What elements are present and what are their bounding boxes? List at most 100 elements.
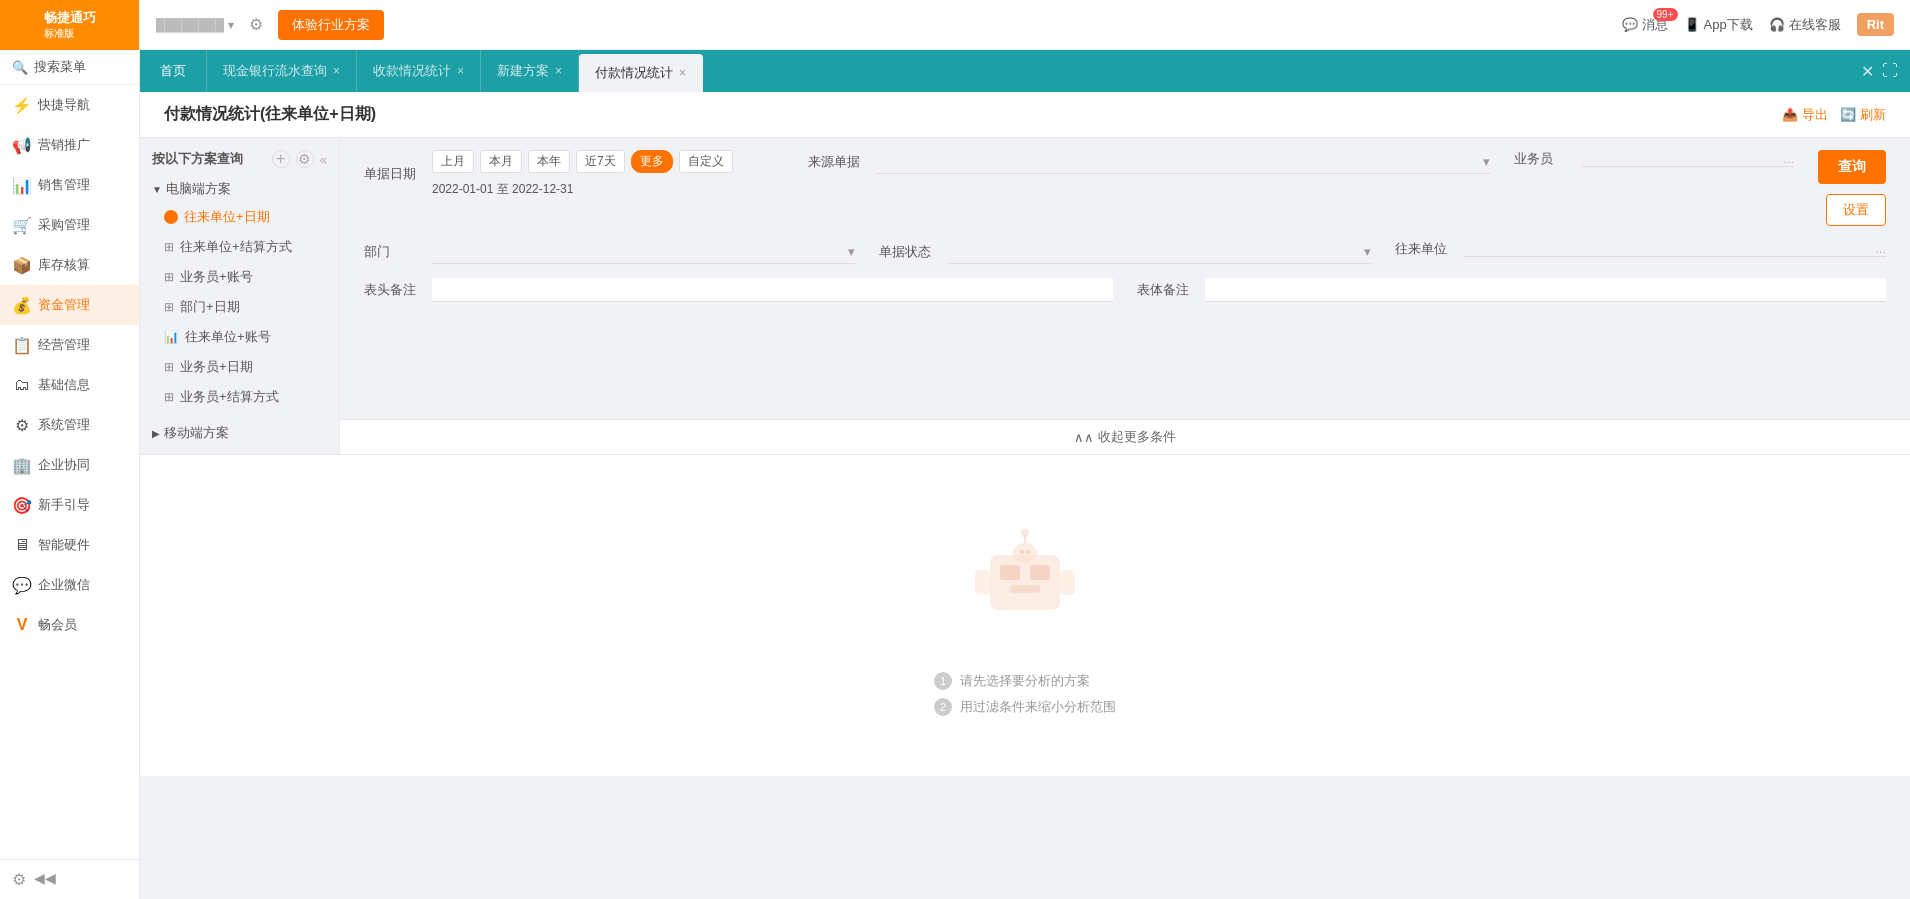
marketing-icon: 📢 [12, 135, 32, 155]
sidebar-item-quick-nav[interactable]: ⚡ 快捷导航 [0, 85, 139, 125]
sidebar-item-wechat[interactable]: 💬 企业微信 [0, 565, 139, 605]
body-note-label: 表体备注 [1137, 281, 1197, 299]
settings-button[interactable]: ⚙ [242, 11, 270, 39]
source-field: 来源单据 ▾ [808, 150, 1490, 174]
tip-num-2: 2 [934, 698, 952, 716]
scheme-item-staff-settle[interactable]: ⊞ 业务员+结算方式 [140, 382, 339, 412]
sidebar-item-fund[interactable]: 💰 资金管理 [0, 285, 139, 325]
empty-state-icon [965, 515, 1085, 656]
scheme-item-unit-settle[interactable]: ⊞ 往来单位+结算方式 [140, 232, 339, 262]
top-nav: ████████ ▾ ⚙ 体验行业方案 💬 消息 99+ 📱 A [140, 0, 1910, 50]
dept-select[interactable]: ▾ [432, 240, 855, 264]
header-note-input[interactable] [432, 278, 1113, 302]
sidebar-item-inventory[interactable]: 📦 库存核算 [0, 245, 139, 285]
sidebar-item-purchase[interactable]: 🛒 采购管理 [0, 205, 139, 245]
date-btn-more[interactable]: 更多 [631, 150, 673, 173]
sidebar-item-label: 企业微信 [38, 576, 90, 594]
sidebar-item-guide[interactable]: 🎯 新手引导 [0, 485, 139, 525]
scheme-panel: 按以下方案查询 + ⚙ « ▼ 电脑端方案 [140, 138, 340, 454]
chevron-down-icon: ▾ [228, 18, 234, 32]
body-note-input[interactable] [1205, 278, 1886, 302]
trial-button[interactable]: 体验行业方案 [278, 10, 384, 40]
user-avatar[interactable]: Rit [1857, 13, 1894, 36]
inventory-icon: 📦 [12, 255, 32, 275]
tab-payments-close[interactable]: × [679, 66, 686, 80]
main-area: ████████ ▾ ⚙ 体验行业方案 💬 消息 99+ 📱 A [140, 0, 1910, 899]
staff-placeholder: ... [1783, 151, 1794, 166]
svg-rect-4 [975, 570, 990, 595]
setting-button[interactable]: 设置 [1826, 194, 1886, 226]
online-service-label: 在线客服 [1789, 16, 1841, 34]
empty-illustration [965, 515, 1085, 635]
refresh-icon: 🔄 [1840, 107, 1856, 122]
sidebar-item-member[interactable]: V 畅会员 [0, 605, 139, 645]
status-select[interactable]: ▾ [947, 240, 1370, 264]
scheme-category-mobile[interactable]: ▶ 移动端方案 [140, 420, 339, 446]
scheme-category-desktop[interactable]: ▼ 电脑端方案 [140, 176, 339, 202]
sidebar-settings-icon[interactable]: ⚙ [12, 870, 26, 889]
partner-field: 往来单位 ... [1395, 240, 1886, 258]
collapse-label: 收起更多条件 [1098, 428, 1176, 446]
tab-receipts[interactable]: 收款情况统计 × [357, 50, 481, 92]
online-service-action[interactable]: 🎧 在线客服 [1769, 16, 1841, 34]
scheme-table-icon: ⊞ [164, 390, 174, 404]
status-label: 单据状态 [879, 243, 939, 261]
scheme-active-icon [164, 210, 178, 224]
download-icon: 📱 [1684, 17, 1700, 32]
tab-receipts-close[interactable]: × [457, 64, 464, 78]
date-btn-this-year[interactable]: 本年 [528, 150, 570, 173]
sidebar-item-operations[interactable]: 📋 经营管理 [0, 325, 139, 365]
scheme-item-label: 部门+日期 [180, 298, 240, 316]
search-menu[interactable]: 🔍 搜索菜单 [0, 50, 139, 85]
sidebar-item-marketing[interactable]: 📢 营销推广 [0, 125, 139, 165]
tab-payments[interactable]: 付款情况统计 × [579, 54, 703, 92]
sidebar-item-sales[interactable]: 📊 销售管理 [0, 165, 139, 205]
sidebar-item-label: 快捷导航 [38, 96, 90, 114]
dept-label: 部门 [364, 243, 424, 261]
collapse-bar[interactable]: ∧∧ 收起更多条件 [340, 419, 1910, 454]
scheme-item-unit-date[interactable]: 往来单位+日期 [140, 202, 339, 232]
tip-num-1: 1 [934, 672, 952, 690]
scheme-add-icon[interactable]: + [272, 150, 290, 168]
user-name: Rit [1867, 17, 1884, 32]
header-note-label: 表头备注 [364, 281, 424, 299]
tab-fullscreen-icon[interactable]: ⛶ [1882, 62, 1898, 80]
sidebar-item-enterprise[interactable]: 🏢 企业协同 [0, 445, 139, 485]
sidebar-collapse-icon[interactable]: ◀◀ [34, 870, 56, 889]
scheme-item-dept-date[interactable]: ⊞ 部门+日期 [140, 292, 339, 322]
date-btn-custom[interactable]: 自定义 [679, 150, 733, 173]
scheme-item-unit-account[interactable]: 📊 往来单位+账号 [140, 322, 339, 352]
tab-home[interactable]: 首页 [140, 50, 207, 92]
sidebar-item-basic-info[interactable]: 🗂 基础信息 [0, 365, 139, 405]
scheme-settings-icon[interactable]: ⚙ [296, 150, 314, 168]
source-select[interactable]: ▾ [876, 150, 1490, 174]
scheme-collapse-icon[interactable]: « [320, 152, 327, 167]
operations-icon: 📋 [12, 335, 32, 355]
refresh-label: 刷新 [1860, 106, 1886, 124]
sidebar-nav: ⚡ 快捷导航 📢 营销推广 📊 销售管理 🛒 采购管理 📦 库存核算 💰 [0, 85, 139, 859]
tab-new-scheme-label: 新建方案 [497, 62, 549, 80]
sidebar-item-system[interactable]: ⚙ 系统管理 [0, 405, 139, 445]
body-note-field: 表体备注 [1137, 278, 1886, 302]
scheme-item-staff-date[interactable]: ⊞ 业务员+日期 [140, 352, 339, 382]
tab-bank-close[interactable]: × [333, 64, 340, 78]
query-button[interactable]: 查询 [1818, 150, 1886, 184]
setting-btn-label: 设置 [1843, 202, 1869, 217]
tab-new-scheme[interactable]: 新建方案 × [481, 50, 579, 92]
scheme-item-staff-account[interactable]: ⊞ 业务员+账号 [140, 262, 339, 292]
date-btn-7-days[interactable]: 近7天 [576, 150, 625, 173]
date-btn-this-month[interactable]: 本月 [480, 150, 522, 173]
tab-close-all-icon[interactable]: ✕ [1861, 62, 1874, 81]
staff-label: 业务员 [1514, 150, 1574, 168]
export-button[interactable]: 📤 导出 [1782, 106, 1828, 124]
company-selector[interactable]: ████████ ▾ [156, 18, 234, 32]
refresh-button[interactable]: 🔄 刷新 [1840, 106, 1886, 124]
sidebar-item-hardware[interactable]: 🖥 智能硬件 [0, 525, 139, 565]
sidebar-item-label: 采购管理 [38, 216, 90, 234]
messages-action[interactable]: 💬 消息 99+ [1622, 16, 1668, 34]
tab-bank[interactable]: 现金银行流水查询 × [207, 50, 357, 92]
date-btn-last-month[interactable]: 上月 [432, 150, 474, 173]
tab-new-scheme-close[interactable]: × [555, 64, 562, 78]
app-download-action[interactable]: 📱 App下载 [1684, 16, 1753, 34]
quick-nav-icon: ⚡ [12, 95, 32, 115]
